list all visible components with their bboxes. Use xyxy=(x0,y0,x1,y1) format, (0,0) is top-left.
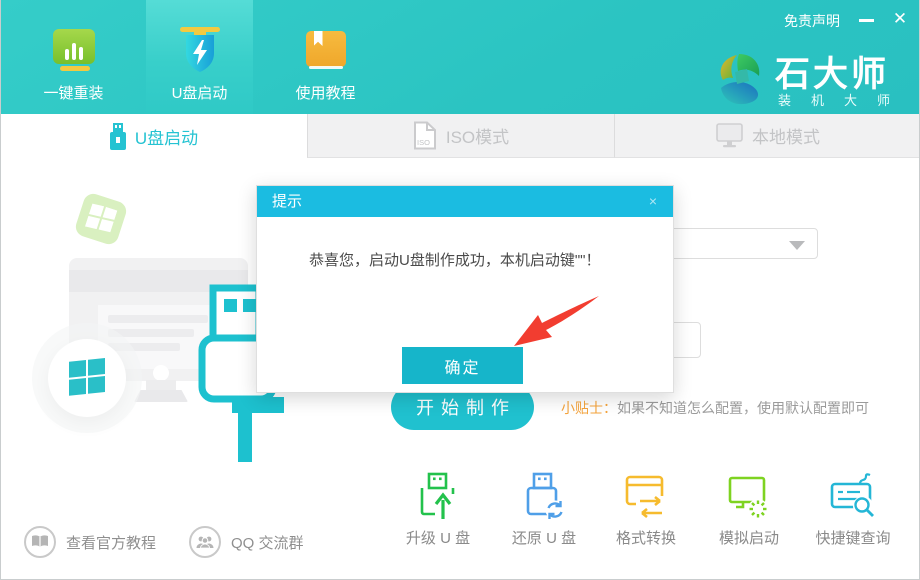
svg-text:ISO: ISO xyxy=(417,138,430,147)
close-button[interactable]: ✕ xyxy=(889,8,911,30)
dialog-message: 恭喜您，启动U盘制作成功，本机启动键""！ xyxy=(309,249,600,270)
tool-label: 格式转换 xyxy=(616,527,676,548)
monitor-icon xyxy=(716,123,743,148)
tool-label: 快捷键查询 xyxy=(815,527,890,548)
tip-label: 小贴士： xyxy=(561,400,617,416)
tool-format-convert[interactable]: 格式转换 xyxy=(594,472,698,548)
nav-tab-label: 一键重装 xyxy=(43,82,103,103)
mode-tab-label: U盘启动 xyxy=(135,124,198,149)
official-tutorial-link[interactable]: 查看官方教程 xyxy=(24,526,156,558)
iso-file-icon: ISO xyxy=(413,121,437,150)
brand-subtitle: 装机大师 xyxy=(778,90,890,109)
nav-tab-one-click-reinstall[interactable]: 一键重装 xyxy=(21,0,126,114)
nav-tab-label: U盘启动 xyxy=(172,82,228,103)
tool-upgrade-usb[interactable]: 升级 U 盘 xyxy=(386,472,490,548)
dialog-titlebar: 提示 × xyxy=(257,186,673,217)
tool-hotkey-query[interactable]: 快捷键查询 xyxy=(801,472,905,548)
titlebar-controls: 免责声明 ✕ xyxy=(771,0,920,40)
dialog-title: 提示 xyxy=(272,193,302,210)
bar-chart-icon xyxy=(53,29,95,73)
tool-simulate-boot[interactable]: 模拟启动 xyxy=(697,472,801,548)
chevron-down-icon xyxy=(789,241,805,250)
usb-icon xyxy=(110,123,126,150)
format-convert-icon xyxy=(624,472,668,520)
disclaimer-link[interactable]: 免责声明 xyxy=(784,11,840,31)
tool-restore-usb[interactable]: 还原 U 盘 xyxy=(492,472,596,548)
nav-tab-label: 使用教程 xyxy=(295,82,355,103)
nav-tab-usb-boot[interactable]: U盘启动 xyxy=(146,0,253,114)
windows-flag-icon xyxy=(67,358,107,398)
usb-restore-icon xyxy=(522,472,566,520)
monitor-base xyxy=(134,390,188,402)
footer-link-label: 查看官方教程 xyxy=(66,532,156,553)
tip-text: 小贴士：如果不知道怎么配置，使用默认配置即可 xyxy=(561,398,869,418)
mode-tab-label: 本地模式 xyxy=(752,123,820,148)
hotkey-search-icon xyxy=(830,472,876,520)
dialog-close-icon[interactable]: × xyxy=(643,191,663,211)
tool-label: 还原 U 盘 xyxy=(512,527,576,548)
simulate-boot-icon xyxy=(727,472,771,520)
nav-tab-tutorial[interactable]: 使用教程 xyxy=(273,0,378,114)
mode-tabs: U盘启动 ISO ISO模式 本地模式 xyxy=(1,114,920,158)
book-circle-icon xyxy=(24,526,56,558)
header: 一键重装 U盘启动 使用教程 xyxy=(1,0,920,114)
mode-tab-local[interactable]: 本地模式 xyxy=(614,114,920,158)
mode-tab-label: ISO模式 xyxy=(446,123,509,148)
usb-upgrade-icon xyxy=(416,472,460,520)
people-circle-icon xyxy=(189,526,221,558)
ok-button[interactable]: 确定 xyxy=(402,347,523,384)
minimize-button[interactable] xyxy=(856,9,878,29)
footer-link-label: QQ 交流群 xyxy=(231,532,304,553)
mode-tab-usb-boot[interactable]: U盘启动 xyxy=(1,114,307,158)
tool-label: 模拟启动 xyxy=(719,527,779,548)
book-icon xyxy=(306,29,346,73)
app-window: 一键重装 U盘启动 使用教程 xyxy=(0,0,920,580)
tool-label: 升级 U 盘 xyxy=(406,527,470,548)
windows-flag-icon xyxy=(85,203,118,236)
windows-circle-illustration xyxy=(48,339,126,417)
mode-tab-iso[interactable]: ISO ISO模式 xyxy=(307,114,614,158)
brand-logo: 石大师 装机大师 xyxy=(715,44,915,108)
shield-bolt-icon xyxy=(178,27,222,73)
success-dialog: 提示 × 恭喜您，启动U盘制作成功，本机启动键""！ 确定 xyxy=(256,185,674,393)
qq-group-link[interactable]: QQ 交流群 xyxy=(189,526,304,558)
monitor-stand xyxy=(146,380,176,391)
brand-swirl-icon xyxy=(715,50,767,106)
